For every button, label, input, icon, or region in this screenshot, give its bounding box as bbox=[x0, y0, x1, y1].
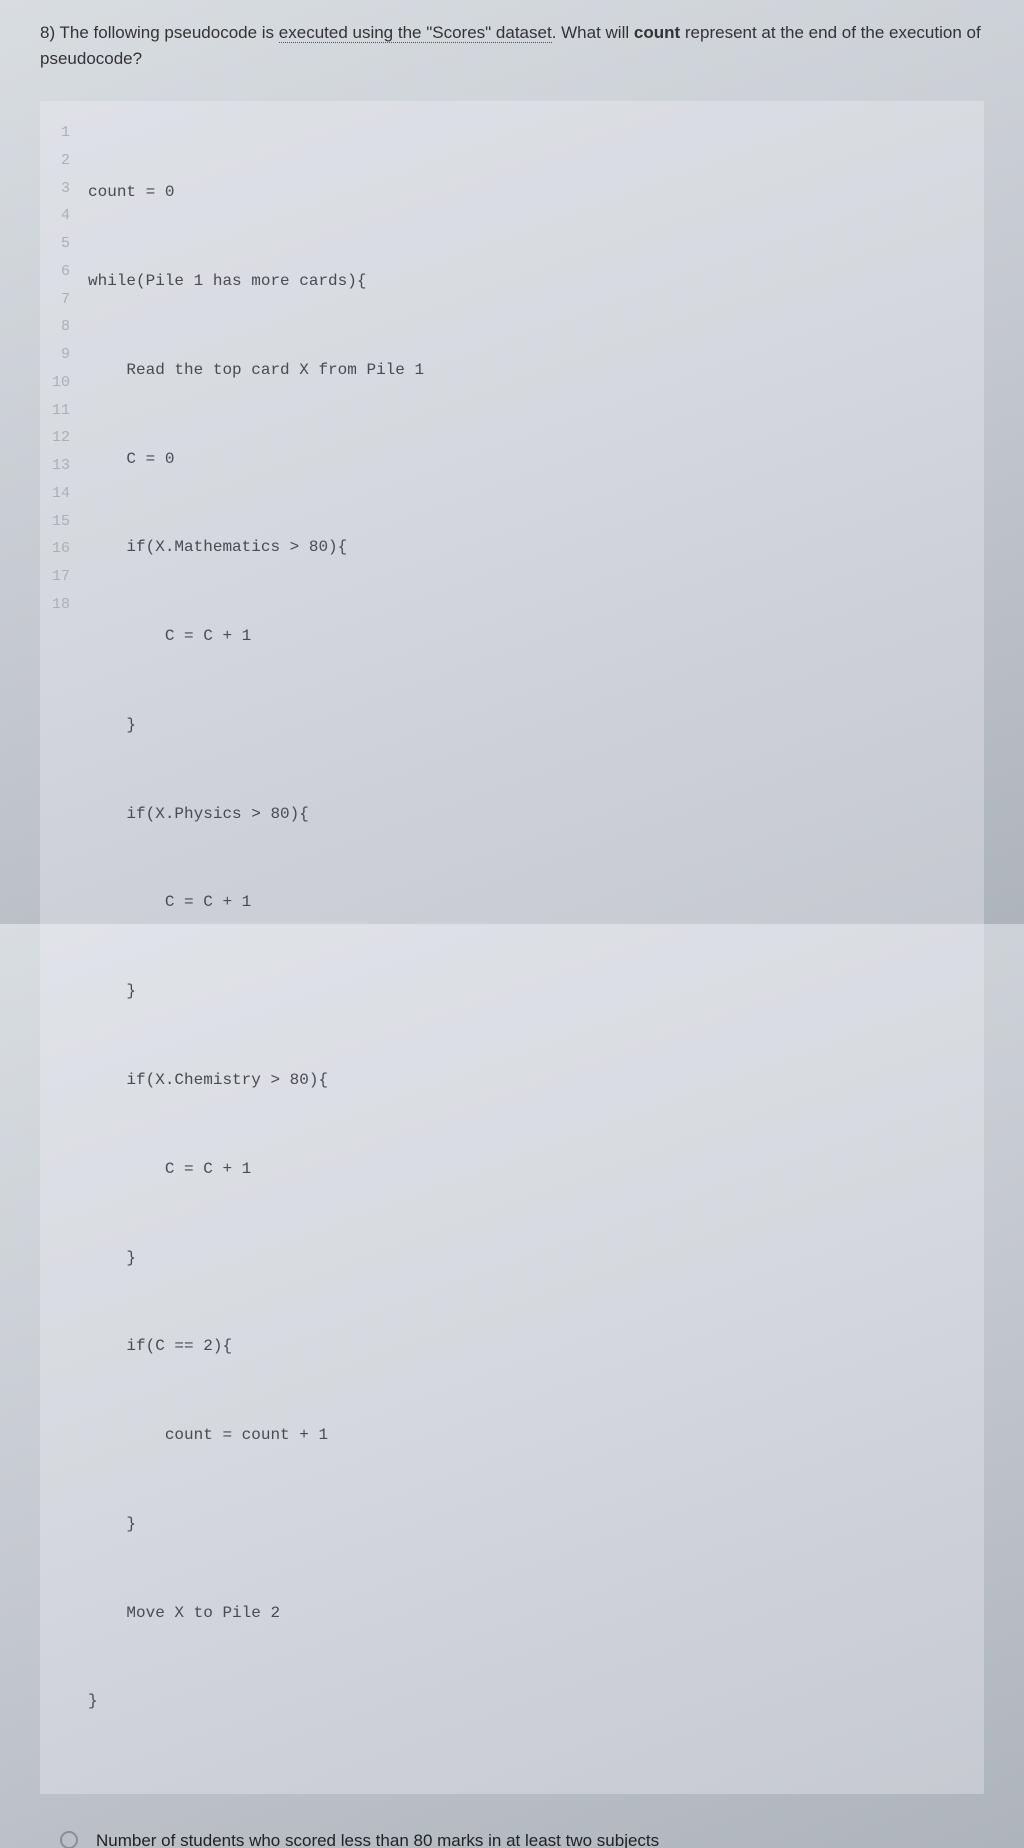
line-number: 5 bbox=[52, 230, 70, 258]
code-line: Move X to Pile 2 bbox=[88, 1599, 424, 1629]
line-number: 13 bbox=[52, 452, 70, 480]
line-number: 4 bbox=[52, 202, 70, 230]
code-line: if(X.Physics > 80){ bbox=[88, 800, 424, 830]
code-line: C = C + 1 bbox=[88, 888, 424, 918]
line-number: 14 bbox=[52, 480, 70, 508]
question-mid: . What will bbox=[552, 23, 634, 42]
line-number: 6 bbox=[52, 258, 70, 286]
question-dataset-ref: executed using the "Scores" dataset bbox=[279, 23, 552, 43]
line-number: 16 bbox=[52, 535, 70, 563]
pseudocode-block: 1 2 3 4 5 6 7 8 9 10 11 12 13 14 15 16 1… bbox=[40, 101, 984, 1794]
code-line: } bbox=[88, 1244, 424, 1274]
code-line: C = 0 bbox=[88, 445, 424, 475]
line-number: 1 bbox=[52, 119, 70, 147]
code-line: if(X.Mathematics > 80){ bbox=[88, 533, 424, 563]
code-line: count = 0 bbox=[88, 178, 424, 208]
code-line: while(Pile 1 has more cards){ bbox=[88, 267, 424, 297]
option-a[interactable]: Number of students who scored less than … bbox=[60, 1829, 984, 1848]
line-number: 15 bbox=[52, 508, 70, 536]
code-line: C = C + 1 bbox=[88, 1155, 424, 1185]
code-line: } bbox=[88, 977, 424, 1007]
code-line: count = count + 1 bbox=[88, 1421, 424, 1451]
question-text: 8) The following pseudocode is executed … bbox=[40, 20, 984, 71]
line-number: 11 bbox=[52, 397, 70, 425]
option-label: Number of students who scored less than … bbox=[96, 1829, 659, 1848]
line-number: 10 bbox=[52, 369, 70, 397]
line-number-gutter: 1 2 3 4 5 6 7 8 9 10 11 12 13 14 15 16 1… bbox=[52, 119, 88, 1776]
code-line: Read the top card X from Pile 1 bbox=[88, 356, 424, 386]
line-number: 18 bbox=[52, 591, 70, 619]
code-line: } bbox=[88, 711, 424, 741]
code-line: if(X.Chemistry > 80){ bbox=[88, 1066, 424, 1096]
question-count-word: count bbox=[634, 23, 680, 42]
line-number: 17 bbox=[52, 563, 70, 591]
radio-icon[interactable] bbox=[60, 1831, 78, 1848]
question-prefix: 8) The following pseudocode is bbox=[40, 23, 279, 42]
line-number: 12 bbox=[52, 424, 70, 452]
answer-options: Number of students who scored less than … bbox=[40, 1829, 984, 1848]
line-number: 7 bbox=[52, 286, 70, 314]
code-line: } bbox=[88, 1510, 424, 1540]
line-number: 9 bbox=[52, 341, 70, 369]
code-line: if(C == 2){ bbox=[88, 1332, 424, 1362]
line-number: 8 bbox=[52, 313, 70, 341]
code-line: } bbox=[88, 1687, 424, 1717]
code-line: C = C + 1 bbox=[88, 622, 424, 652]
line-number: 2 bbox=[52, 147, 70, 175]
line-number: 3 bbox=[52, 175, 70, 203]
code-content: count = 0 while(Pile 1 has more cards){ … bbox=[88, 119, 424, 1776]
